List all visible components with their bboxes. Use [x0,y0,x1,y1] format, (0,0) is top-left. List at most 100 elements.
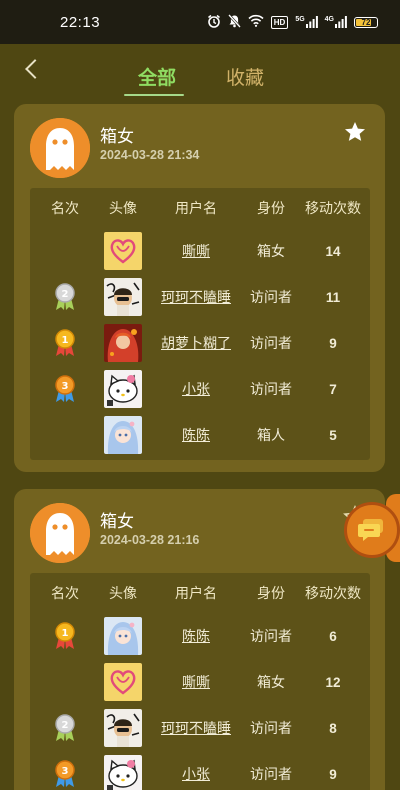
status-bar: 22:13 HD 5G 4G 72 [0,0,400,44]
tab-favorites[interactable]: 收藏 [226,63,264,90]
status-time: 22:13 [60,13,101,31]
chat-button[interactable] [344,502,400,558]
table-header: 名次 头像 用户名 身份 移动次数 [30,573,370,613]
active-tab-indicator [124,94,184,96]
role-cell: 访问者 [250,290,292,306]
rank-cell [30,282,100,312]
user-avatar[interactable] [100,278,146,316]
ranking-table: 名次 头像 用户名 身份 移动次数 陈陈 访问者 6 嘶嘶 箱女 12 珂珂不瞌… [30,573,370,790]
header-avatar: 头像 [109,586,137,602]
header-role: 身份 [257,586,285,602]
rank-cell [30,374,100,404]
rank-cell [30,328,100,358]
table-row: 陈陈 箱人 5 [30,412,370,458]
moves-cell: 5 [329,427,337,443]
user-avatar[interactable] [100,232,146,270]
status-icons: HD 5G 4G 72 [207,13,378,31]
rank-cell [30,713,100,743]
user-avatar[interactable] [100,416,146,454]
username-link[interactable]: 小张 [146,379,246,399]
role-cell: 访问者 [250,382,292,398]
header-username: 用户名 [175,586,217,602]
gold-medal-icon [53,328,77,358]
role-cell: 箱女 [257,675,285,691]
table-row: 陈陈 访问者 6 [30,613,370,659]
moves-cell: 14 [325,243,341,259]
battery-level: 72 [361,17,371,27]
table-row: 珂珂不瞌睡 访问者 11 [30,274,370,320]
card-date: 2024-03-28 21:16 [100,533,200,547]
header-avatar: 头像 [109,201,137,217]
wifi-icon [248,14,264,30]
card-date: 2024-03-28 21:34 [100,148,200,162]
mute-icon [227,13,241,31]
card-title: 箱女 [100,127,134,147]
tab-all[interactable]: 全部 [138,63,176,90]
header-username: 用户名 [175,201,217,217]
ghost-avatar-icon [30,503,90,563]
user-avatar[interactable] [100,370,146,408]
moves-cell: 11 [325,289,341,305]
user-avatar[interactable] [100,755,146,790]
table-row: 小张 访问者 7 [30,366,370,412]
user-avatar[interactable] [100,617,146,655]
user-avatar[interactable] [100,663,146,701]
net1-label: 5G [295,16,305,23]
game-record-card[interactable]: 箱女 2024-03-28 21:34 名次 头像 用户名 身份 移动次数 嘶嘶… [14,104,385,472]
net2-label: 4G [324,16,334,23]
moves-cell: 7 [329,381,337,397]
user-avatar[interactable] [100,324,146,362]
moves-cell: 6 [329,628,337,644]
battery-icon: 72 [354,16,378,28]
signal-5g-icon: 5G [295,16,318,28]
moves-cell: 9 [329,335,337,351]
chat-bubble-icon [358,519,383,541]
moves-cell: 12 [325,674,341,690]
bronze-medal-icon [53,374,77,404]
gold-medal-icon [53,621,77,651]
username-link[interactable]: 胡萝卜糊了 [146,333,246,353]
ghost-avatar-icon [30,118,90,178]
role-cell: 访问者 [250,629,292,645]
table-row: 嘶嘶 箱女 14 [30,228,370,274]
silver-medal-icon [53,713,77,743]
alarm-icon [207,14,221,31]
table-row: 嘶嘶 箱女 12 [30,659,370,705]
user-avatar[interactable] [100,709,146,747]
table-header: 名次 头像 用户名 身份 移动次数 [30,188,370,228]
header-rank: 名次 [51,586,79,602]
username-link[interactable]: 嘶嘶 [146,241,246,261]
rank-cell [30,759,100,789]
ranking-table: 名次 头像 用户名 身份 移动次数 嘶嘶 箱女 14 珂珂不瞌睡 访问者 11 … [30,188,370,460]
header: 全部 收藏 [0,44,400,104]
star-icon[interactable] [343,120,367,144]
silver-medal-icon [53,282,77,312]
moves-cell: 9 [329,766,337,782]
role-cell: 访问者 [250,767,292,783]
header-rank: 名次 [51,201,79,217]
role-cell: 访问者 [250,336,292,352]
card-title: 箱女 [100,512,134,532]
username-link[interactable]: 陈陈 [146,626,246,646]
table-row: 胡萝卜糊了 访问者 9 [30,320,370,366]
rank-cell [30,621,100,651]
role-cell: 访问者 [250,721,292,737]
username-link[interactable]: 珂珂不瞌睡 [146,718,246,738]
role-cell: 箱女 [257,244,285,260]
username-link[interactable]: 珂珂不瞌睡 [146,287,246,307]
table-row: 珂珂不瞌睡 访问者 8 [30,705,370,751]
card-header: 箱女 2024-03-28 21:34 [14,104,385,184]
role-cell: 箱人 [257,428,285,444]
header-moves: 移动次数 [305,586,361,602]
bronze-medal-icon [53,759,77,789]
game-record-card[interactable]: 箱女 2024-03-28 21:16 名次 头像 用户名 身份 移动次数 陈陈… [14,489,385,790]
header-moves: 移动次数 [305,201,361,217]
username-link[interactable]: 嘶嘶 [146,672,246,692]
table-row: 小张 访问者 9 [30,751,370,790]
signal-4g-icon: 4G [325,16,347,28]
header-role: 身份 [257,201,285,217]
back-arrow-icon[interactable] [25,59,45,79]
username-link[interactable]: 陈陈 [146,425,246,445]
moves-cell: 8 [329,720,337,736]
username-link[interactable]: 小张 [146,764,246,784]
